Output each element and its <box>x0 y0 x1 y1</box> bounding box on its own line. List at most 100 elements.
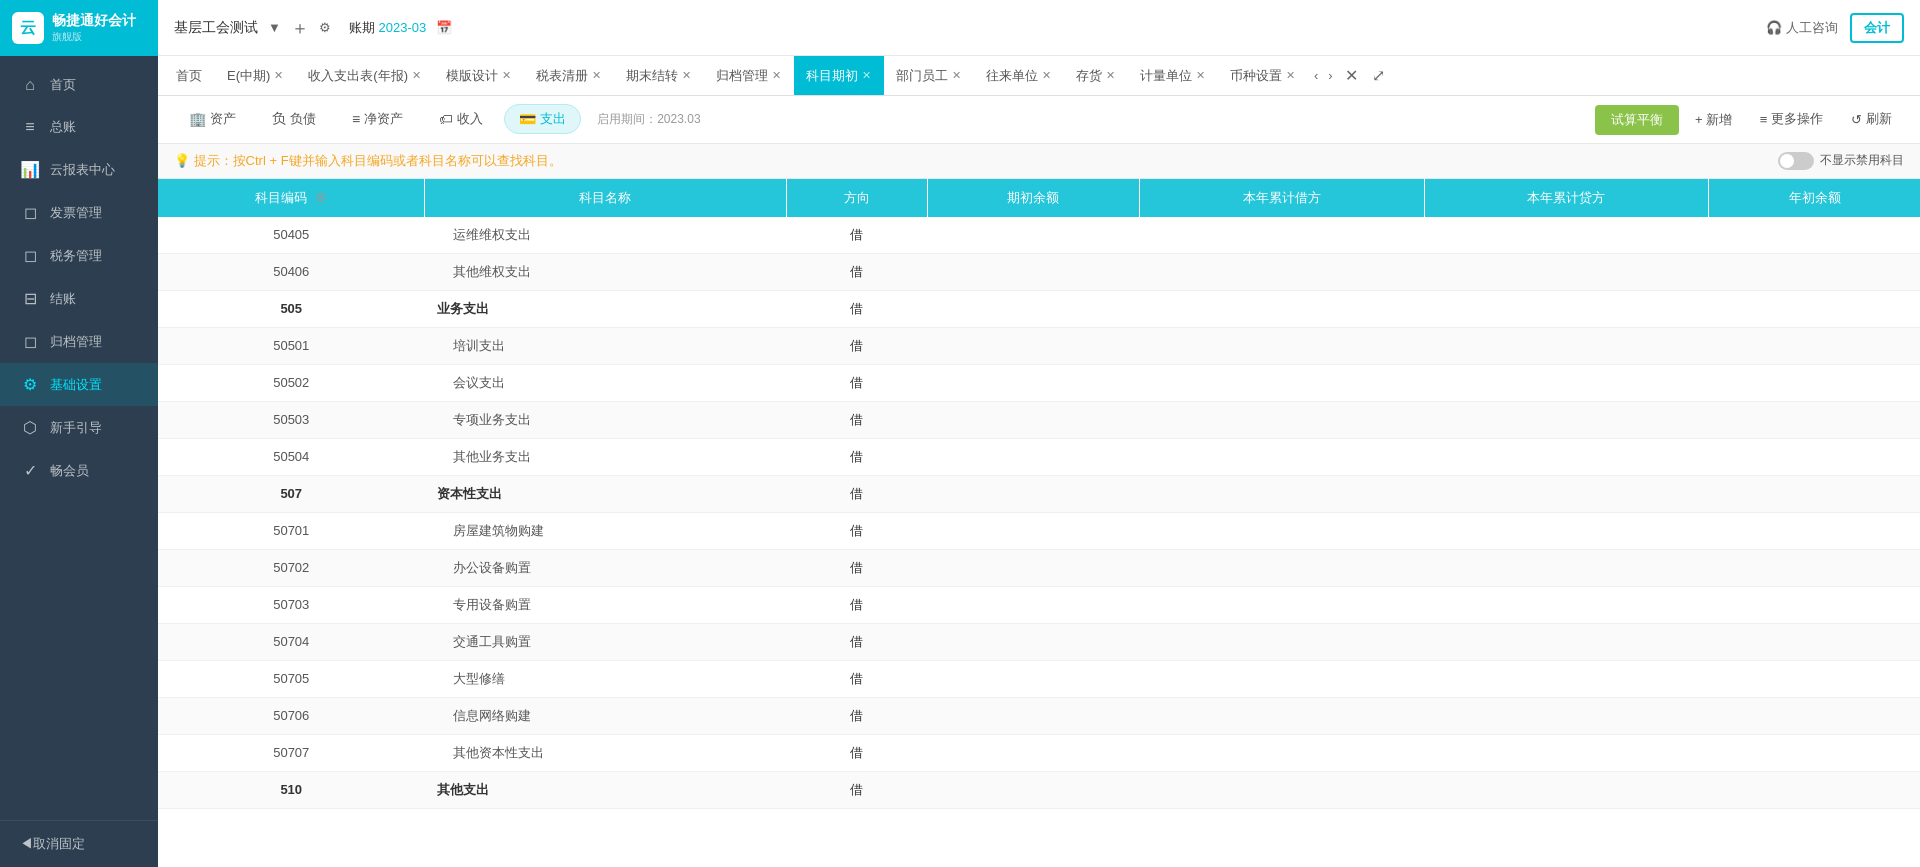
cell-ytd-balance <box>1709 512 1920 549</box>
tabbar-close-all-button[interactable]: ✕ <box>1339 64 1364 87</box>
tab-dept-close[interactable]: ✕ <box>952 69 961 82</box>
tabbar-prev-button[interactable]: ‹ <box>1310 66 1322 85</box>
cell-opening[interactable] <box>927 253 1140 290</box>
cell-opening[interactable] <box>927 475 1140 512</box>
cell-opening[interactable] <box>927 327 1140 364</box>
disable-toggle[interactable] <box>1778 152 1814 170</box>
tab-archivemgmt-close[interactable]: ✕ <box>772 69 781 82</box>
tab-inventory[interactable]: 存货 ✕ <box>1064 56 1128 96</box>
refresh-button[interactable]: ↺ 刷新 <box>1839 104 1904 134</box>
cell-opening[interactable] <box>927 623 1140 660</box>
sidebar-item-reports[interactable]: 📊 云报表中心 <box>0 148 158 191</box>
table-row[interactable]: 50703 专用设备购置 借 <box>158 586 1920 623</box>
table-row[interactable]: 507 资本性支出 借 <box>158 475 1920 512</box>
sidebar-item-ledger[interactable]: ≡ 总账 <box>0 106 158 148</box>
cell-code: 50706 <box>158 697 425 734</box>
tab-unit[interactable]: 计量单位 ✕ <box>1128 56 1218 96</box>
table-row[interactable]: 50502 会议支出 借 <box>158 364 1920 401</box>
tab-template-close[interactable]: ✕ <box>502 69 511 82</box>
tab-mid-close[interactable]: ✕ <box>274 69 283 82</box>
cell-name: 专用设备购置 <box>425 586 787 623</box>
sidebar-item-archive[interactable]: ◻ 归档管理 <box>0 320 158 363</box>
tab-subjects-close[interactable]: ✕ <box>862 69 871 82</box>
table-row[interactable]: 50406 其他维权支出 借 <box>158 253 1920 290</box>
sidebar-item-guide[interactable]: ⬡ 新手引导 <box>0 406 158 449</box>
tab-clients-close[interactable]: ✕ <box>1042 69 1051 82</box>
cell-opening[interactable] <box>927 438 1140 475</box>
cell-ytd-balance <box>1709 623 1920 660</box>
tab-home[interactable]: 首页 <box>164 56 215 96</box>
cell-name: 专项业务支出 <box>425 401 787 438</box>
tabbar-next-button[interactable]: › <box>1324 66 1336 85</box>
calendar-icon[interactable]: 📅 <box>436 20 452 35</box>
tab-currency[interactable]: 币种设置 ✕ <box>1218 56 1308 96</box>
table-row[interactable]: 50504 其他业务支出 借 <box>158 438 1920 475</box>
table-row[interactable]: 50405 运维维权支出 借 <box>158 217 1920 254</box>
table-row[interactable]: 505 业务支出 借 <box>158 290 1920 327</box>
cell-opening[interactable] <box>927 217 1140 254</box>
table-row[interactable]: 510 其他支出 借 <box>158 771 1920 808</box>
cell-opening[interactable] <box>927 549 1140 586</box>
table-row[interactable]: 50702 办公设备购置 借 <box>158 549 1920 586</box>
tab-mid[interactable]: E(中期) ✕ <box>215 56 296 96</box>
expense-icon: 💳 <box>519 111 536 127</box>
sidebar-item-settings[interactable]: ⚙ 基础设置 <box>0 363 158 406</box>
table-row[interactable]: 50705 大型修缮 借 <box>158 660 1920 697</box>
help-button[interactable]: 🎧 人工咨询 <box>1766 19 1838 37</box>
tab-subjects[interactable]: 科目期初 ✕ <box>794 56 884 96</box>
cell-opening[interactable] <box>927 290 1140 327</box>
tab-clients[interactable]: 往来单位 ✕ <box>974 56 1064 96</box>
cell-opening[interactable] <box>927 771 1140 808</box>
tab-income-close[interactable]: ✕ <box>412 69 421 82</box>
sidebar-item-home[interactable]: ⌂ 首页 <box>0 64 158 106</box>
subnav-tab-liability[interactable]: 负 负债 <box>257 104 331 134</box>
cell-opening[interactable] <box>927 697 1140 734</box>
tab-dept[interactable]: 部门员工 ✕ <box>884 56 974 96</box>
tab-template[interactable]: 模版设计 ✕ <box>434 56 524 96</box>
table-row[interactable]: 50701 房屋建筑物购建 借 <box>158 512 1920 549</box>
more-button[interactable]: ≡ 更多操作 <box>1748 104 1836 134</box>
user-role-button[interactable]: 会计 <box>1850 13 1904 43</box>
cell-opening[interactable] <box>927 586 1140 623</box>
cell-opening[interactable] <box>927 660 1140 697</box>
table-row[interactable]: 50707 其他资本性支出 借 <box>158 734 1920 771</box>
tab-yearend[interactable]: 期末结转 ✕ <box>614 56 704 96</box>
sidebar-item-invoices[interactable]: ◻ 发票管理 <box>0 191 158 234</box>
subnav-tab-income[interactable]: 🏷 收入 <box>424 104 498 134</box>
table-row[interactable]: 50704 交通工具购置 借 <box>158 623 1920 660</box>
tabbar-expand-button[interactable]: ⤢ <box>1366 64 1391 87</box>
sidebar-item-tax-label: 税务管理 <box>50 247 102 265</box>
tab-taxclear-close[interactable]: ✕ <box>592 69 601 82</box>
invoices-icon: ◻ <box>20 203 40 222</box>
sidebar-footer[interactable]: ◀︎取消固定 <box>0 820 158 867</box>
tab-inventory-close[interactable]: ✕ <box>1106 69 1115 82</box>
cell-opening[interactable] <box>927 364 1140 401</box>
company-dropdown-icon[interactable]: ▼ <box>268 20 281 35</box>
company-settings-icon[interactable]: ⚙ <box>319 20 331 35</box>
balance-button[interactable]: 试算平衡 <box>1595 105 1679 135</box>
subnav: 🏢 资产 负 负债 ≡ 净资产 🏷 收入 💳 支出 启用期间：2023.03 试… <box>158 96 1920 144</box>
tab-currency-close[interactable]: ✕ <box>1286 69 1295 82</box>
sidebar-item-member[interactable]: ✓ 畅会员 <box>0 449 158 492</box>
table-row[interactable]: 50706 信息网络购建 借 <box>158 697 1920 734</box>
tab-income[interactable]: 收入支出表(年报) ✕ <box>296 56 434 96</box>
subnav-tab-expense[interactable]: 💳 支出 <box>504 104 581 134</box>
cell-direction: 借 <box>786 549 927 586</box>
subnav-tab-equity[interactable]: ≡ 净资产 <box>337 104 418 134</box>
table-row[interactable]: 50503 专项业务支出 借 <box>158 401 1920 438</box>
tab-taxclear[interactable]: 税表清册 ✕ <box>524 56 614 96</box>
subnav-tab-asset[interactable]: 🏢 资产 <box>174 104 251 134</box>
sidebar-item-tax[interactable]: ◻ 税务管理 <box>0 234 158 277</box>
tab-unit-close[interactable]: ✕ <box>1196 69 1205 82</box>
col-settings-icon[interactable]: ⚙ <box>315 190 327 205</box>
tab-mid-label: E(中期) <box>227 67 270 85</box>
add-company-button[interactable]: ＋ <box>291 16 309 40</box>
add-button[interactable]: + 新增 <box>1683 105 1744 135</box>
tab-archivemgmt[interactable]: 归档管理 ✕ <box>704 56 794 96</box>
cell-opening[interactable] <box>927 512 1140 549</box>
cell-opening[interactable] <box>927 734 1140 771</box>
table-row[interactable]: 50501 培训支出 借 <box>158 327 1920 364</box>
tab-yearend-close[interactable]: ✕ <box>682 69 691 82</box>
sidebar-item-close[interactable]: ⊟ 结账 <box>0 277 158 320</box>
cell-opening[interactable] <box>927 401 1140 438</box>
